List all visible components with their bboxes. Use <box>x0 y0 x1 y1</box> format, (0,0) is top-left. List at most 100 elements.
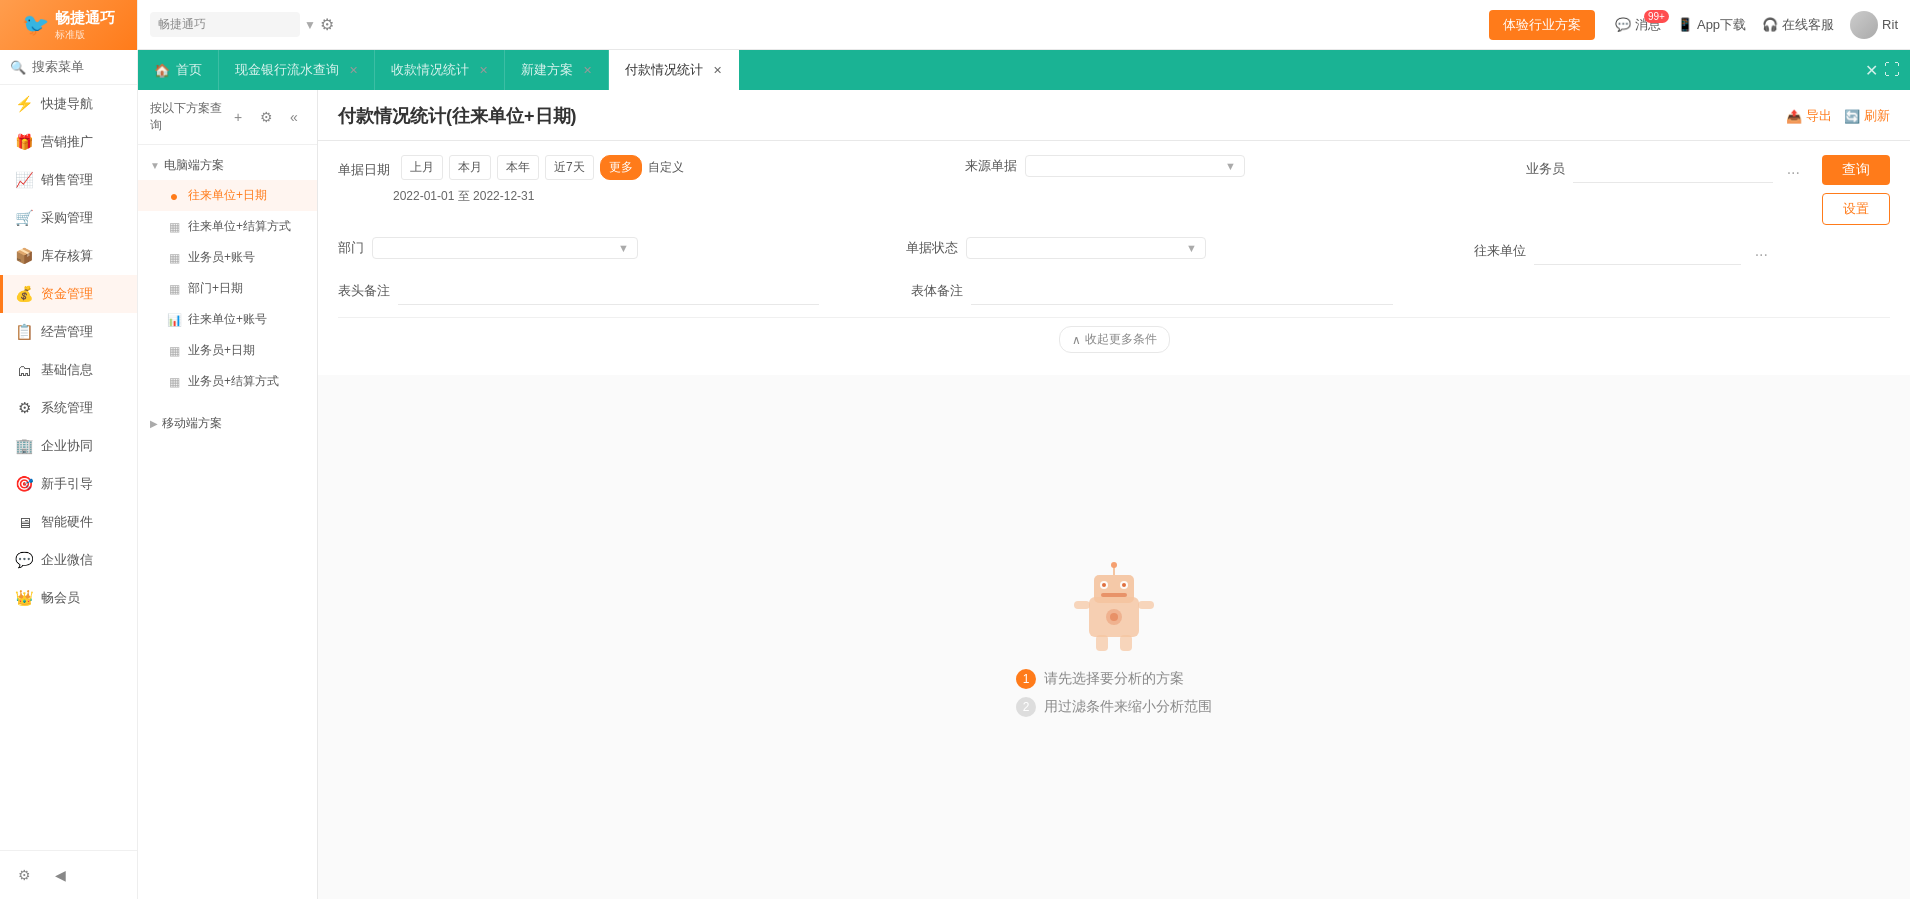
tab-receipts-close[interactable]: ✕ <box>479 64 488 77</box>
body-note-input[interactable] <box>971 277 1392 305</box>
scheme-settings-btn[interactable]: ⚙ <box>255 106 277 128</box>
left-panel-icon-group: + ⚙ « <box>227 106 305 128</box>
scheme-unit-account[interactable]: 📊 往来单位+账号 <box>138 304 317 335</box>
collapse-label: 收起更多条件 <box>1085 331 1157 348</box>
tab-payments[interactable]: 付款情况统计 ✕ <box>609 50 739 90</box>
panel-collapse-btn[interactable]: « <box>283 106 305 128</box>
sidebar-bottom: ⚙ ◀ <box>0 850 137 899</box>
tip-num-2: 2 <box>1016 697 1036 717</box>
tab-home[interactable]: 🏠 首页 <box>138 50 219 90</box>
tab-receipts[interactable]: 收款情况统计 ✕ <box>375 50 505 90</box>
sidebar-item-base[interactable]: 🗂 基础信息 <box>0 351 137 389</box>
filter-row-3: 表头备注 表体备注 <box>338 277 1890 305</box>
sidebar-logo: 🐦 畅捷通巧 标准版 <box>0 0 137 50</box>
sidebar-collapse-btn[interactable]: ◀ <box>46 861 74 889</box>
sidebar-item-operations[interactable]: 📋 经营管理 <box>0 313 137 351</box>
member-icon: 👑 <box>15 589 33 607</box>
dept-select[interactable]: ▼ <box>372 237 638 259</box>
docstatus-label: 单据状态 <box>906 239 958 257</box>
collapse-btn[interactable]: ∧ 收起更多条件 <box>1059 326 1170 353</box>
staff-ellipsis[interactable]: ... <box>1781 158 1806 180</box>
sidebar-item-sales[interactable]: 📈 销售管理 <box>0 161 137 199</box>
scheme-dept-date[interactable]: ▦ 部门+日期 <box>138 273 317 304</box>
date-range: 2022-01-01 至 2022-12-31 <box>338 184 534 205</box>
sidebar-item-hardware[interactable]: 🖥 智能硬件 <box>0 503 137 541</box>
svg-rect-9 <box>1074 601 1090 609</box>
source-label: 来源单据 <box>965 157 1017 175</box>
sidebar-item-member[interactable]: 👑 畅会员 <box>0 579 137 617</box>
sidebar-item-capital[interactable]: 💰 资金管理 <box>0 275 137 313</box>
more-btn[interactable]: 更多 <box>600 155 642 180</box>
message-icon: 💬 <box>1615 17 1631 32</box>
refresh-button[interactable]: 🔄 刷新 <box>1844 107 1890 125</box>
query-button[interactable]: 查询 <box>1822 155 1890 185</box>
empty-tip-2: 2 用过滤条件来缩小分析范围 <box>1016 697 1212 717</box>
base-icon: 🗂 <box>15 361 33 379</box>
sidebar-item-system[interactable]: ⚙ 系统管理 <box>0 389 137 427</box>
body-note-label: 表体备注 <box>911 282 963 300</box>
address-bar[interactable]: 畅捷通巧 <box>150 12 300 37</box>
app-icon: 📱 <box>1677 17 1693 32</box>
scheme-unit-settle[interactable]: ▦ 往来单位+结算方式 <box>138 211 317 242</box>
sidebar-item-marketing[interactable]: 🎁 营销推广 <box>0 123 137 161</box>
collapse-arrow-icon: ∧ <box>1072 333 1081 347</box>
staff-input[interactable] <box>1573 155 1773 183</box>
sidebar-item-quick-nav[interactable]: ⚡ 快捷导航 <box>0 85 137 123</box>
sales-icon: 📈 <box>15 171 33 189</box>
tip-text-1: 请先选择要分析的方案 <box>1044 670 1184 688</box>
service-button[interactable]: 🎧 在线客服 <box>1762 16 1834 34</box>
inventory-icon: 📦 <box>15 247 33 265</box>
partner-input[interactable] <box>1534 237 1741 265</box>
export-button[interactable]: 📤 导出 <box>1786 107 1832 125</box>
mobile-scheme-section: ▶ 移动端方案 <box>138 403 317 444</box>
sidebar-item-inventory[interactable]: 📦 库存核算 <box>0 237 137 275</box>
sidebar-item-guide[interactable]: 🎯 新手引导 <box>0 465 137 503</box>
desktop-section-title[interactable]: ▼ 电脑端方案 <box>138 151 317 180</box>
sidebar-item-enterprise[interactable]: 🏢 企业协同 <box>0 427 137 465</box>
last-7-btn[interactable]: 近7天 <box>545 155 594 180</box>
hardware-icon: 🖥 <box>15 513 33 531</box>
scheme-staff-account[interactable]: ▦ 业务员+账号 <box>138 242 317 273</box>
sidebar-item-label: 经营管理 <box>41 323 93 341</box>
refresh-icon: 🔄 <box>1844 109 1860 124</box>
source-select[interactable]: ▼ <box>1025 155 1245 177</box>
docstatus-select[interactable]: ▼ <box>966 237 1206 259</box>
tab-new-scheme-close[interactable]: ✕ <box>583 64 592 77</box>
add-scheme-btn[interactable]: + <box>227 106 249 128</box>
svg-point-7 <box>1111 562 1117 568</box>
header-note-input[interactable] <box>398 277 819 305</box>
dept-label: 部门 <box>338 239 364 257</box>
tab-payments-close[interactable]: ✕ <box>713 64 722 77</box>
topbar-gear-icon[interactable]: ⚙ <box>320 15 334 34</box>
partner-ellipsis[interactable]: ... <box>1749 240 1774 262</box>
scheme-staff-settle[interactable]: ▦ 业务员+结算方式 <box>138 366 317 397</box>
this-year-btn[interactable]: 本年 <box>497 155 539 180</box>
scheme-staff-date-label: 业务员+日期 <box>188 342 255 359</box>
this-month-btn[interactable]: 本月 <box>449 155 491 180</box>
date-buttons: 上月 本月 本年 近7天 更多 自定义 <box>401 155 684 180</box>
tab-close-all-btn[interactable]: ✕ <box>1865 61 1878 80</box>
sidebar-settings-btn[interactable]: ⚙ <box>10 861 38 889</box>
logo-icon: 🐦 <box>22 12 49 38</box>
sidebar-item-purchase[interactable]: 🛒 采购管理 <box>0 199 137 237</box>
desktop-scheme-section: ▼ 电脑端方案 ● 往来单位+日期 ▦ 往来单位+结算方式 ▦ 业务员+账号 ▦ <box>138 145 317 403</box>
sidebar-item-wechat[interactable]: 💬 企业微信 <box>0 541 137 579</box>
tab-cashflow[interactable]: 现金银行流水查询 ✕ <box>219 50 375 90</box>
mobile-section-title[interactable]: ▶ 移动端方案 <box>138 409 317 438</box>
mobile-expand-arrow: ▶ <box>150 418 158 429</box>
source-filter-col: 来源单据 ▼ <box>965 155 1245 177</box>
sidebar-search-item[interactable]: 🔍 搜索菜单 <box>0 50 137 85</box>
tab-expand-btn[interactable]: ⛶ <box>1884 61 1900 79</box>
svg-point-14 <box>1110 613 1118 621</box>
body-note-col: 表体备注 <box>911 277 1392 305</box>
user-avatar-area[interactable]: Rit <box>1850 11 1898 39</box>
scheme-staff-date[interactable]: ▦ 业务员+日期 <box>138 335 317 366</box>
app-download-button[interactable]: 📱 App下载 <box>1677 16 1746 34</box>
trial-button[interactable]: 体验行业方案 <box>1489 10 1595 40</box>
tab-new-scheme[interactable]: 新建方案 ✕ <box>505 50 609 90</box>
message-button[interactable]: 💬 消息 99+ <box>1615 16 1661 34</box>
last-month-btn[interactable]: 上月 <box>401 155 443 180</box>
scheme-unit-date[interactable]: ● 往来单位+日期 <box>138 180 317 211</box>
settings-button[interactable]: 设置 <box>1822 193 1890 225</box>
tab-cashflow-close[interactable]: ✕ <box>349 64 358 77</box>
